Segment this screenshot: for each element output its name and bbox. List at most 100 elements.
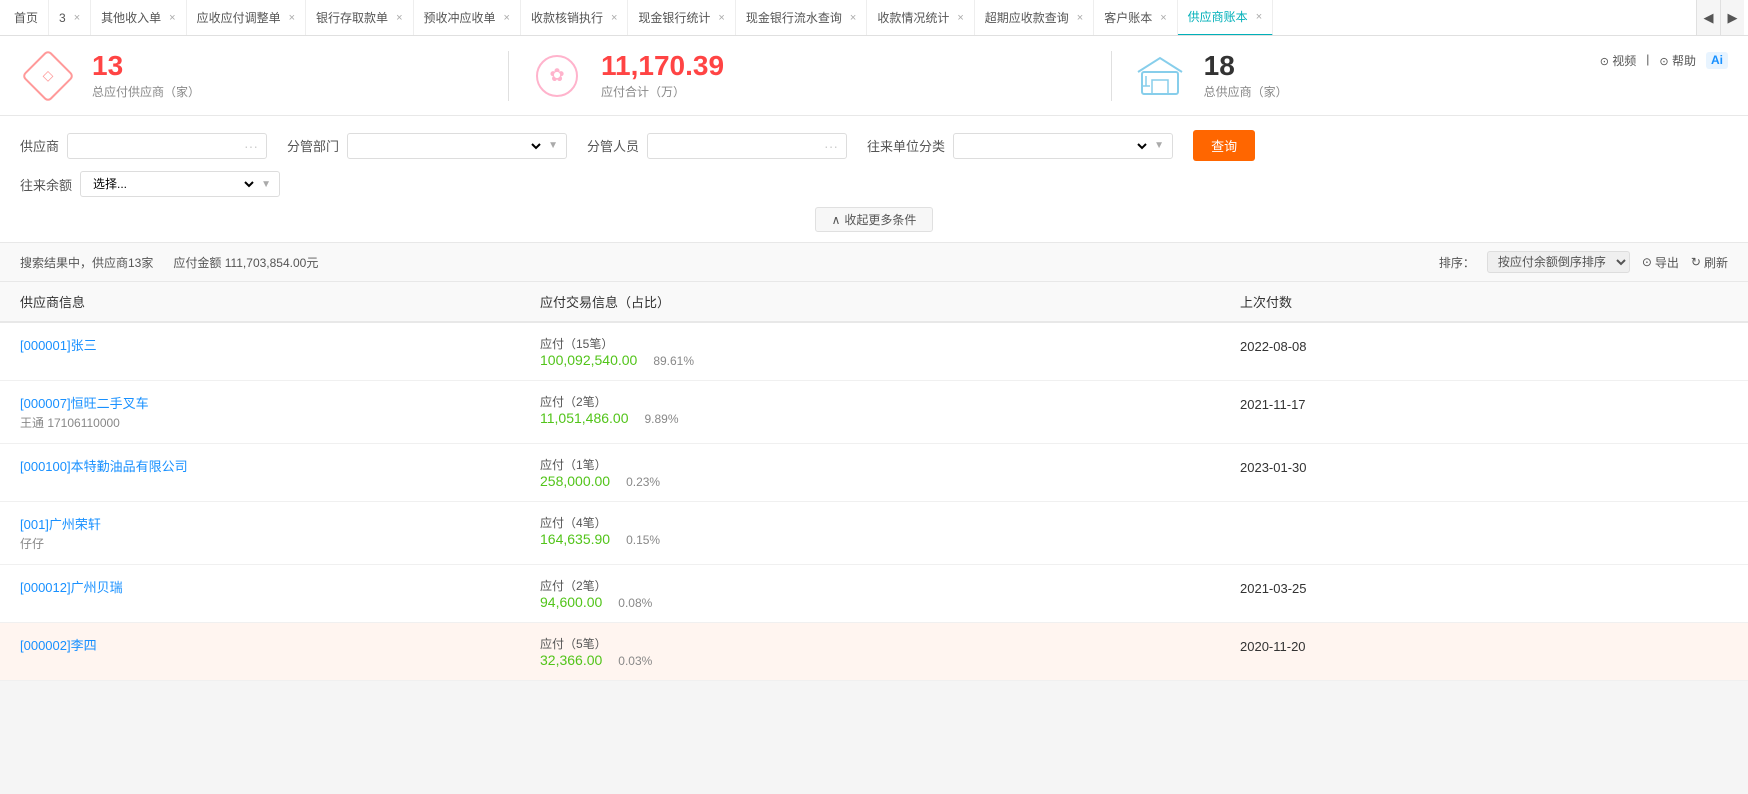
category-select-wrap[interactable]: ▼ xyxy=(953,133,1173,159)
summary-num-2: 11,170.39 xyxy=(601,51,724,82)
supplier-sub-3: 仔仔 xyxy=(20,535,540,552)
balance-chevron-icon: ▼ xyxy=(261,179,271,190)
person-input[interactable]: ··· xyxy=(647,133,847,159)
transaction-col-2: 应付（1笔）258,000.000.23% xyxy=(540,456,1240,489)
balance-select[interactable]: 选择... xyxy=(89,176,257,192)
ap-label-1: 应付（2笔） xyxy=(540,393,1240,410)
supplier-link-1[interactable]: [000007]恒旺二手叉车 xyxy=(20,396,149,411)
ap-label-0: 应付（15笔） xyxy=(540,335,1240,352)
result-amount: 应付金额 111,703,854.00元 xyxy=(173,254,318,271)
close-tab-customer-ledger[interactable]: × xyxy=(1160,12,1166,24)
nav-tab-other-income[interactable]: 其他收入单× xyxy=(91,0,186,36)
supplier-link-2[interactable]: [000100]本特勤油品有限公司 xyxy=(20,459,188,474)
close-tab-receipt-stat[interactable]: × xyxy=(957,12,963,24)
nav-tab-tab3[interactable]: 3× xyxy=(49,0,91,36)
top-right-links: ⊙ 视频 | ⊙ 帮助 Ai xyxy=(1600,48,1728,69)
ai-label[interactable]: Ai xyxy=(1706,52,1728,69)
close-tab-cash-bank-flow[interactable]: × xyxy=(850,12,856,24)
transaction-col-0: 应付（15笔）100,092,540.0089.61% xyxy=(540,335,1240,368)
nav-tab-bank-deposit[interactable]: 银行存取款单× xyxy=(306,0,413,36)
nav-tab-receipt-stat[interactable]: 收款情况统计× xyxy=(867,0,974,36)
supplier-link-3[interactable]: [001]广州荣轩 xyxy=(20,517,101,532)
close-tab-other-income[interactable]: × xyxy=(169,12,175,24)
amount-2[interactable]: 258,000.00 xyxy=(540,473,610,489)
ap-label-3: 应付（4笔） xyxy=(540,514,1240,531)
transaction-row-1: 11,051,486.009.89% xyxy=(540,410,1240,426)
search-row-2: 往来余额 选择... ▼ xyxy=(20,171,1728,197)
close-tab-ar-ap-adjust[interactable]: × xyxy=(289,12,295,24)
supplier-link-5[interactable]: [000002]李四 xyxy=(20,638,97,653)
table-header: 供应商信息 应付交易信息（占比） 上次付数 xyxy=(0,282,1748,323)
nav-tab-customer-ledger[interactable]: 客户账本× xyxy=(1094,0,1177,36)
amount-3[interactable]: 164,635.90 xyxy=(540,531,610,547)
close-tab-overdue-ar[interactable]: × xyxy=(1077,12,1083,24)
search-field-supplier: 供应商 ··· xyxy=(20,133,267,159)
supplier-link-0[interactable]: [000001]张三 xyxy=(20,338,97,353)
supplier-link-4[interactable]: [000012]广州贝瑞 xyxy=(20,580,123,595)
result-info: 搜索结果中，供应商13家 应付金额 111,703,854.00元 xyxy=(20,254,318,271)
nav-tab-cash-bank-flow[interactable]: 现金银行流水查询× xyxy=(736,0,867,36)
help-link[interactable]: ⊙ 帮助 xyxy=(1659,52,1696,69)
amount-5[interactable]: 32,366.00 xyxy=(540,652,602,668)
supplier-col-5: [000002]李四 xyxy=(20,635,540,654)
close-tab-cash-bank-stat[interactable]: × xyxy=(718,12,724,24)
close-tab-prepay-ar[interactable]: × xyxy=(504,12,510,24)
supplier-col-0: [000001]张三 xyxy=(20,335,540,354)
collapse-button[interactable]: ∧ 收起更多条件 xyxy=(815,207,934,232)
close-tab-bank-deposit[interactable]: × xyxy=(396,12,402,24)
summary-label-2: 应付合计（万） xyxy=(601,83,724,100)
transaction-col-3: 应付（4笔）164,635.90 0.15% xyxy=(540,514,1240,547)
dept-select-wrap[interactable]: ▼ xyxy=(347,133,567,159)
close-tab-receipt-verify[interactable]: × xyxy=(611,12,617,24)
supplier-input[interactable]: ··· xyxy=(67,133,267,159)
col-header-transaction: 应付交易信息（占比） xyxy=(540,292,1240,311)
nav-arrow-left[interactable]: ◀ xyxy=(1696,0,1720,36)
transaction-col-5: 应付（5笔）32,366.000.03% xyxy=(540,635,1240,668)
sort-select[interactable]: 按应付余额倒序排序 xyxy=(1487,251,1630,273)
table-container: 供应商信息 应付交易信息（占比） 上次付数 [000001]张三应付（15笔）1… xyxy=(0,282,1748,681)
nav-tab-supplier-ledger[interactable]: 供应商账本× xyxy=(1178,0,1273,36)
close-tab-tab3[interactable]: × xyxy=(74,12,80,24)
nav-arrow-right[interactable]: ▶ xyxy=(1720,0,1744,36)
nav-tab-prepay-ar[interactable]: 预收冲应收单× xyxy=(414,0,521,36)
video-link[interactable]: ⊙ 视频 xyxy=(1600,52,1637,69)
nav-tab-home[interactable]: 首页 xyxy=(4,0,49,36)
nav-tab-overdue-ar[interactable]: 超期应收款查询× xyxy=(975,0,1094,36)
percent-2: 0.23% xyxy=(626,475,660,489)
percent-3: 0.15% xyxy=(626,533,660,547)
query-button[interactable]: 查询 xyxy=(1193,130,1255,161)
separator: | xyxy=(1646,52,1649,69)
summary-info-3: 18 总供应商（家） xyxy=(1204,51,1288,101)
export-icon: ⊙ xyxy=(1642,255,1652,269)
supplier-col-2: [000100]本特勤油品有限公司 xyxy=(20,456,540,475)
nav-tab-cash-bank-stat[interactable]: 现金银行统计× xyxy=(628,0,735,36)
result-summary: 搜索结果中，供应商13家 xyxy=(20,254,153,271)
refresh-button[interactable]: ↻ 刷新 xyxy=(1691,254,1728,271)
refresh-icon: ↻ xyxy=(1691,255,1701,269)
nav-tab-receipt-verify[interactable]: 收款核销执行× xyxy=(521,0,628,36)
summary-label-3: 总供应商（家） xyxy=(1204,83,1288,100)
result-bar: 搜索结果中，供应商13家 应付金额 111,703,854.00元 排序： 按应… xyxy=(0,243,1748,282)
svg-text:✿: ✿ xyxy=(549,65,564,85)
export-button[interactable]: ⊙ 导出 xyxy=(1642,254,1679,271)
person-dots-icon[interactable]: ··· xyxy=(824,138,838,154)
close-tab-supplier-ledger[interactable]: × xyxy=(1256,11,1262,23)
category-select[interactable] xyxy=(962,138,1150,154)
supplier-col-4: [000012]广州贝瑞 xyxy=(20,577,540,596)
amount-0[interactable]: 100,092,540.00 xyxy=(540,352,637,368)
summary-label-1: 总应付供应商（家） xyxy=(92,83,200,100)
transaction-row-5: 32,366.000.03% xyxy=(540,652,1240,668)
dept-select[interactable] xyxy=(356,138,544,154)
category-chevron-icon: ▼ xyxy=(1154,140,1164,151)
ap-label-4: 应付（2笔） xyxy=(540,577,1240,594)
transaction-col-4: 应付（2笔）94,600.000.08% xyxy=(540,577,1240,610)
balance-select-wrap[interactable]: 选择... ▼ xyxy=(80,171,280,197)
nav-tab-ar-ap-adjust[interactable]: 应收应付调整单× xyxy=(187,0,306,36)
sort-label: 排序： xyxy=(1439,254,1475,271)
summary-card-2: ✿ 11,170.39 应付合计（万） xyxy=(529,48,1091,104)
search-field-balance: 往来余额 选择... ▼ xyxy=(20,171,280,197)
supplier-dots-icon[interactable]: ··· xyxy=(244,138,258,154)
amount-1[interactable]: 11,051,486.00 xyxy=(540,410,629,426)
amount-4[interactable]: 94,600.00 xyxy=(540,594,602,610)
supplier-col-1: [000007]恒旺二手叉车王通 17106110000 xyxy=(20,393,540,431)
